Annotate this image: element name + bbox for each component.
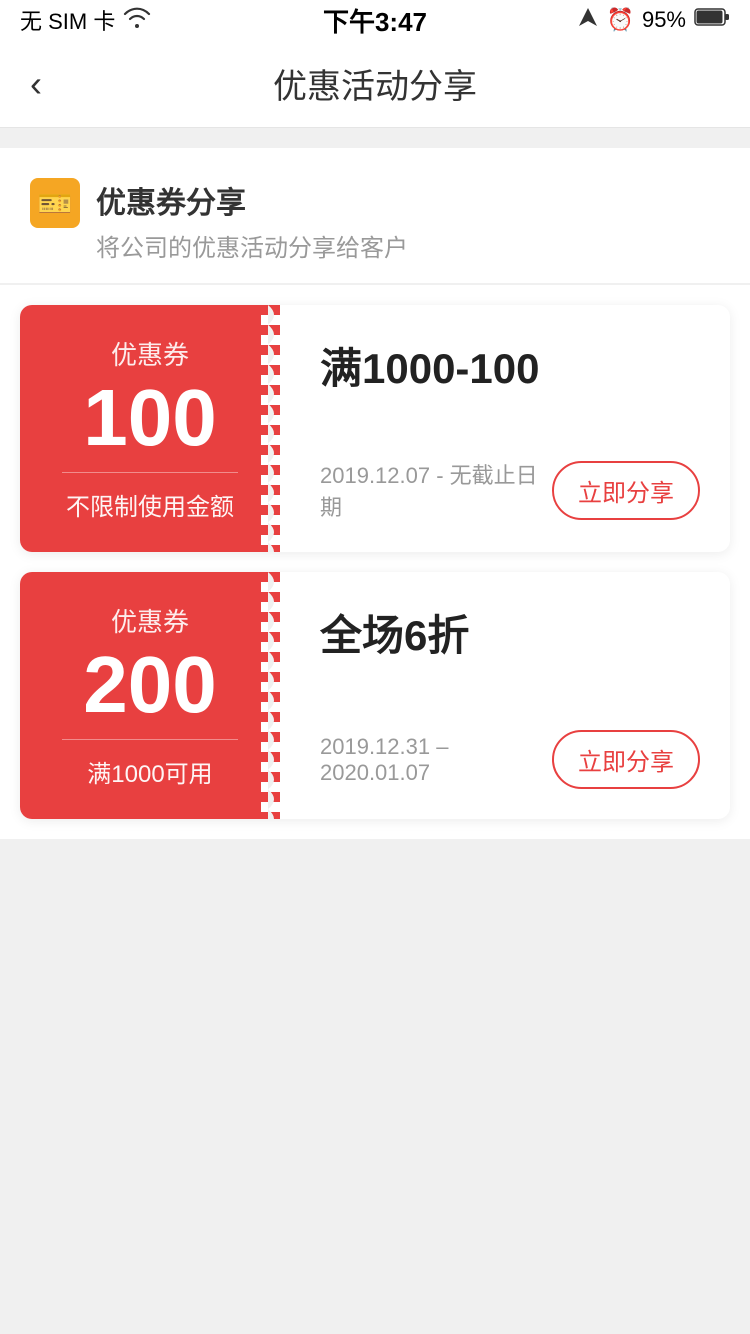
share-button-0[interactable]: 立即分享 — [552, 461, 700, 520]
status-right: ⏰ 95% — [577, 6, 730, 34]
coupon-bottom-1: 2019.12.31 – 2020.01.07 立即分享 — [320, 730, 700, 789]
share-button-1[interactable]: 立即分享 — [552, 730, 700, 789]
coupon-amount-0: 100 — [83, 378, 216, 458]
coupon-name-0: 满1000-100 — [320, 335, 700, 396]
status-time: 下午3:47 — [323, 2, 427, 39]
alarm-icon: ⏰ — [607, 7, 634, 33]
section-desc: 将公司的优惠活动分享给客户 — [96, 228, 408, 263]
coupon-right-0: 满1000-100 2019.12.07 - 无截止日期 立即分享 — [280, 305, 730, 552]
coupon-condition-1: 满1000可用 — [87, 754, 212, 789]
coupon-left-inner: 优惠券 200 满1000可用 — [40, 602, 260, 789]
coupon-name-1: 全场6折 — [320, 602, 700, 663]
coupon-divider-0 — [62, 472, 238, 473]
location-icon — [577, 6, 599, 34]
coupon-left-1: 优惠券 200 满1000可用 — [20, 572, 280, 819]
coupon-card: 优惠券 100 不限制使用金额 满1000-100 2019.12.07 - 无… — [20, 305, 730, 552]
battery-icon — [694, 7, 730, 33]
coupon-condition-0: 不限制使用金额 — [66, 487, 234, 522]
nav-bar: ‹ 优惠活动分享 — [0, 40, 750, 128]
section-title: 优惠券分享 — [96, 178, 408, 222]
back-button[interactable]: ‹ — [30, 63, 42, 105]
serrated-mask-1 — [268, 572, 292, 819]
status-left: 无 SIM 卡 — [20, 4, 151, 36]
serrated-mask-0 — [268, 305, 292, 552]
scallop-svg-1 — [268, 572, 292, 819]
carrier-text: 无 SIM 卡 — [20, 4, 115, 36]
coupon-date-0: 2019.12.07 - 无截止日期 — [320, 458, 552, 522]
coupon-left-0: 优惠券 100 不限制使用金额 — [20, 305, 280, 552]
section-text: 优惠券分享 将公司的优惠活动分享给客户 — [96, 178, 408, 263]
coupon-list: 优惠券 100 不限制使用金额 满1000-100 2019.12.07 - 无… — [0, 285, 750, 839]
coupon-left-inner: 优惠券 100 不限制使用金额 — [40, 335, 260, 522]
section-icon: 🎫 — [30, 178, 80, 228]
coupon-label-0: 优惠券 — [111, 335, 189, 372]
status-bar: 无 SIM 卡 下午3:47 ⏰ 95% — [0, 0, 750, 40]
battery-text: 95% — [642, 7, 686, 33]
coupon-card: 优惠券 200 满1000可用 全场6折 2019.12.31 – 2020.0… — [20, 572, 730, 819]
coupon-date-1: 2019.12.31 – 2020.01.07 — [320, 734, 552, 786]
coupon-bottom-0: 2019.12.07 - 无截止日期 立即分享 — [320, 458, 700, 522]
section-header: 🎫 优惠券分享 将公司的优惠活动分享给客户 — [0, 148, 750, 283]
wifi-icon — [123, 6, 151, 34]
coupon-right-1: 全场6折 2019.12.31 – 2020.01.07 立即分享 — [280, 572, 730, 819]
scallop-svg-0 — [268, 305, 292, 552]
coupon-icon: 🎫 — [38, 187, 73, 220]
coupon-amount-1: 200 — [83, 645, 216, 725]
page-title: 优惠活动分享 — [273, 59, 477, 108]
coupon-divider-1 — [62, 739, 238, 740]
coupon-label-1: 优惠券 — [111, 602, 189, 639]
